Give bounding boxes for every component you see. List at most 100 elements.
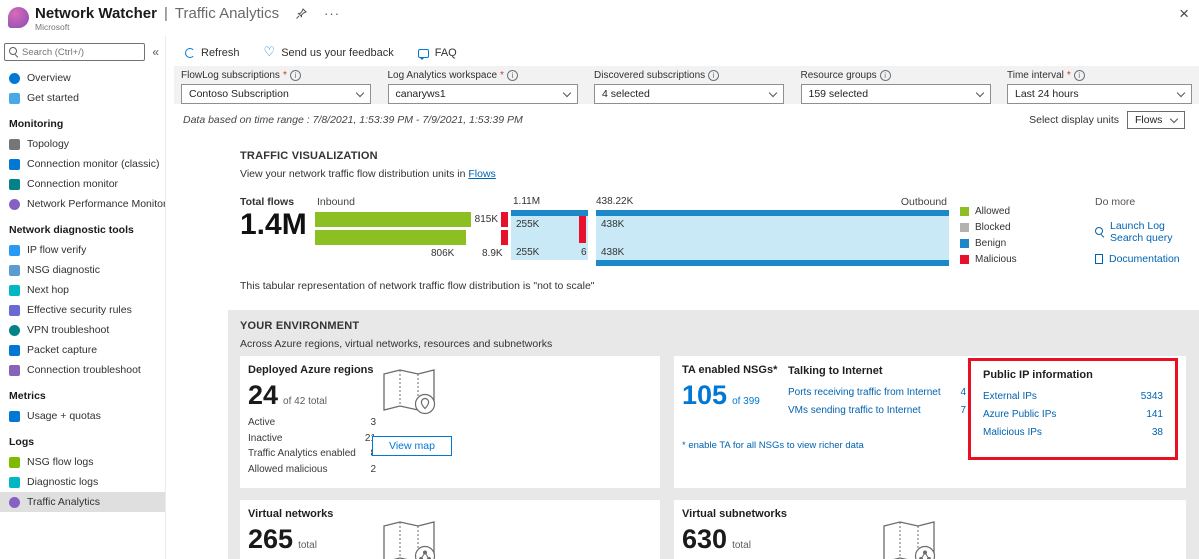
outbound-total-value: 438.22K [596,196,633,207]
sidebar-item-connection-monitor-classic[interactable]: Connection monitor (classic) [0,154,165,174]
info-icon[interactable] [507,70,518,81]
sidebar-item-diagnostic-logs[interactable]: Diagnostic logs [0,472,165,492]
feedback-label: Send us your feedback [281,47,394,59]
traffic-analytics-icon [9,497,20,508]
resource-groups-dropdown[interactable]: 159 selected [801,84,991,104]
flows-link[interactable]: Flows [468,168,495,180]
sidebar-item-nsg-flow-logs[interactable]: NSG flow logs [0,452,165,472]
legend-item-blocked: Blocked [960,222,1017,233]
sidebar-item-label: NSG diagnostic [27,264,100,276]
filter-label: Time interval [1007,70,1064,81]
search-box[interactable] [4,43,145,61]
subtitle-text: View your network traffic flow distribut… [240,168,468,180]
legend-swatch-blocked [960,223,969,232]
org-subtitle: Microsoft [35,22,340,32]
title-block: Network Watcher | Traffic Analytics ··· … [35,5,340,32]
faq-icon [418,49,429,58]
inbound-bottom-value: 806K [431,248,454,259]
sidebar-item-nsg-diagnostic[interactable]: NSG diagnostic [0,260,165,280]
stat-value: 2 [370,464,376,475]
time-interval-dropdown[interactable]: Last 24 hours [1007,84,1192,104]
row-label: External IPs [983,391,1037,402]
traffic-flow-chart: Inbound Outbound 815K 806K 8.9K 1.11M 25… [315,196,949,280]
subnets-suffix: total [732,540,751,551]
vnets-count: 265 [248,524,293,554]
log-analytics-workspace-dropdown[interactable]: canaryws1 [388,84,578,104]
sidebar-item-label: Get started [27,92,79,104]
sidebar-item-connection-monitor[interactable]: Connection monitor [0,174,165,194]
sidebar-item-packet-capture[interactable]: Packet capture [0,340,165,360]
discovered-subscriptions-dropdown[interactable]: 4 selected [594,84,784,104]
stat-row-active: Active3 [248,417,376,428]
sidebar-item-overview[interactable]: Overview [0,68,165,88]
azure-public-ips-row[interactable]: Azure Public IPs141 [983,409,1163,420]
network-performance-monitor-icon [9,199,20,210]
required-asterisk: * [500,70,504,81]
flowlog-subscriptions-dropdown[interactable]: Contoso Subscription [181,84,371,104]
sidebar-collapse-button[interactable]: « [149,45,162,59]
outbound-top-value: 438K [601,219,624,230]
ip-flow-verify-icon [9,245,20,256]
nsg-malicious-bar [579,216,586,243]
nsgs-count: 105 [682,380,727,410]
card-title: Public IP information [983,369,1163,381]
virtual-subnetworks-card: Virtual subnetworks 630total [674,500,1186,559]
info-icon[interactable] [290,70,301,81]
filter-bar: FlowLog subscriptions * Contoso Subscript… [174,66,1199,104]
section-subtitle: View your network traffic flow distribut… [240,168,496,180]
total-flows-value: 1.4M [240,208,307,242]
search-input[interactable] [22,47,140,58]
sidebar-section-network-diagnostic-tools: Network diagnostic tools [0,214,165,240]
nsg-diagnostic-icon [9,265,20,276]
vms-sending-row[interactable]: VMs sending traffic to Internet7 [788,405,966,416]
next-hop-icon [9,285,20,296]
launch-log-search-link[interactable]: Launch Log Search query [1095,220,1199,244]
do-more-panel: Do more Launch Log Search query Document… [1095,196,1199,274]
regions-suffix: of 42 total [283,396,327,407]
sidebar-item-ip-flow-verify[interactable]: IP flow verify [0,240,165,260]
display-units-dropdown[interactable]: Flows [1127,111,1185,129]
filter-discovered-subscriptions: Discovered subscriptions 4 selected [594,70,784,104]
sidebar-section-logs: Logs [0,426,165,452]
outbound-benign-strip-bottom [596,260,949,266]
sidebar-item-traffic-analytics[interactable]: Traffic Analytics [0,492,165,512]
sidebar-item-network-performance-monitor[interactable]: Network Performance Monitor [0,194,165,214]
sidebar-item-effective-security-rules[interactable]: Effective security rules [0,300,165,320]
close-icon[interactable]: × [1179,5,1189,22]
sidebar-item-vpn-troubleshoot[interactable]: VPN troubleshoot [0,320,165,340]
sidebar-item-next-hop[interactable]: Next hop [0,280,165,300]
sidebar-item-label: Effective security rules [27,304,132,316]
documentation-link[interactable]: Documentation [1095,253,1199,265]
feedback-button[interactable]: Send us your feedback [264,47,394,59]
public-ip-annotation-highlight: Public IP information External IPs5343 A… [968,358,1178,460]
sidebar-item-label: Next hop [27,284,69,296]
row-value: 4 [960,387,966,398]
section-title: TRAFFIC VISUALIZATION [240,150,378,162]
card-title: Talking to Internet [788,365,966,377]
nsg-total-value: 1.11M [513,196,540,207]
sidebar-item-usage-quotas[interactable]: Usage + quotas [0,406,165,426]
view-map-button[interactable]: View map [372,436,452,456]
inbound-bottom-red-value: 8.9K [482,248,503,259]
sidebar-item-connection-troubleshoot[interactable]: Connection troubleshoot [0,360,165,380]
pin-icon[interactable] [296,8,307,20]
filter-time-interval: Time interval* Last 24 hours [1007,70,1192,104]
info-icon[interactable] [708,70,719,81]
sidebar-item-topology[interactable]: Topology [0,134,165,154]
refresh-button[interactable]: Refresh [185,47,240,59]
info-icon[interactable] [880,70,891,81]
network-watcher-icon [8,7,29,28]
refresh-label: Refresh [201,47,240,59]
chevron-down-icon [562,88,570,96]
ports-receiving-row[interactable]: Ports receiving traffic from Internet4 [788,387,966,398]
malicious-ips-row[interactable]: Malicious IPs38 [983,427,1163,438]
more-icon[interactable]: ··· [324,6,340,21]
faq-button[interactable]: FAQ [418,47,457,59]
info-icon[interactable] [1074,70,1085,81]
filter-label: FlowLog subscriptions [181,70,280,81]
deployed-regions-card: Deployed Azure regions 24of 42 total Act… [240,356,660,488]
chevron-down-icon [975,88,983,96]
external-ips-row[interactable]: External IPs5343 [983,391,1163,402]
stat-label: Inactive [248,433,365,444]
sidebar-item-get-started[interactable]: Get started [0,88,165,108]
